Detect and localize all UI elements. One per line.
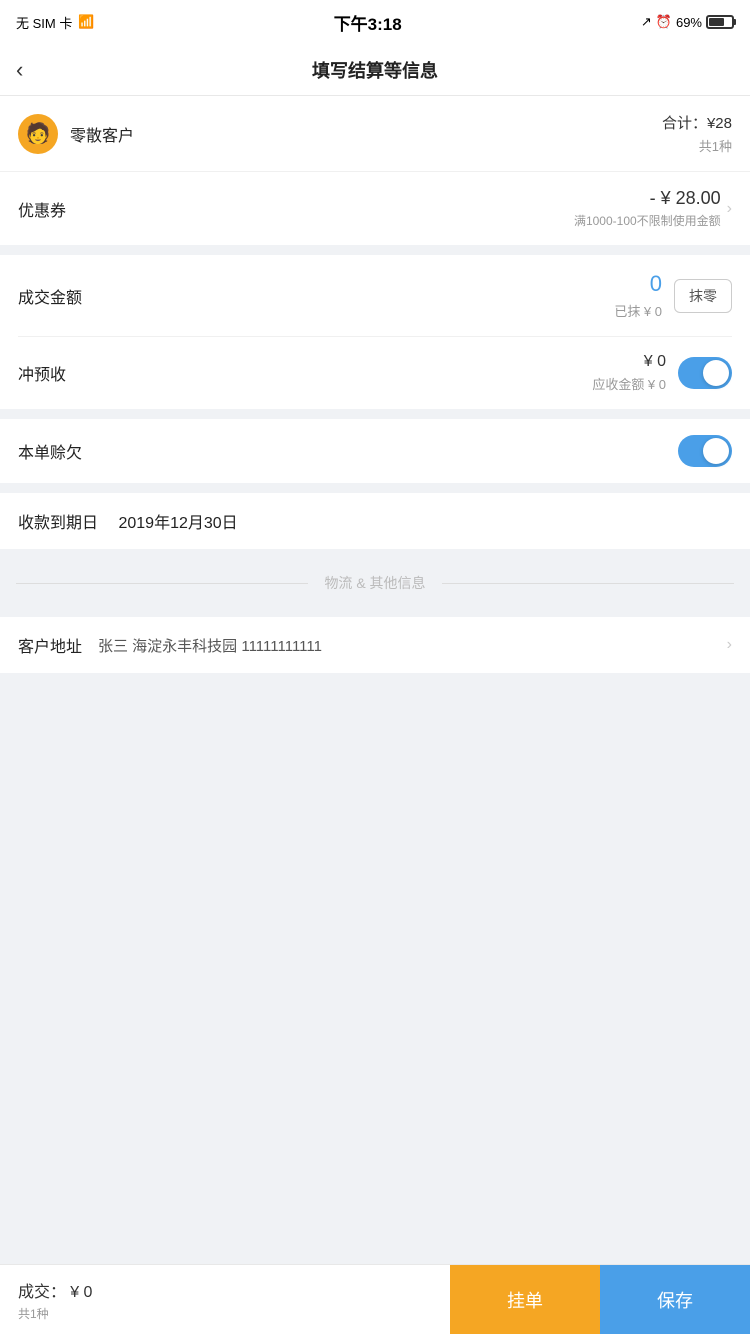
customer-left: 🧑 零散客户 <box>18 114 134 154</box>
customer-right: 合计：¥28 共1种 <box>662 112 732 155</box>
prereceive-toggle[interactable] <box>678 357 732 389</box>
no-sim-label: 无 SIM 卡 <box>16 13 72 32</box>
address-section[interactable]: 客户地址 张三 海淀永丰科技园 11111111111 › <box>0 617 750 673</box>
transaction-col: 0 已抹 ¥ 0 <box>614 271 662 320</box>
debt-section: 本单赊欠 <box>0 419 750 483</box>
save-button[interactable]: 保存 <box>600 1265 750 1334</box>
prereceive-label: 冲预收 <box>18 361 66 385</box>
duedate-section: 收款到期日 2019年12月30日 <box>0 493 750 549</box>
total-sub: 共1种 <box>662 136 732 155</box>
logistics-line-right <box>442 583 734 584</box>
status-right: ↗ ⏰ 69% <box>641 14 734 30</box>
direction-icon: ↗ <box>641 14 652 30</box>
bottom-deal: 成交： ¥ 0 <box>18 1278 432 1302</box>
status-time: 下午3:18 <box>334 10 402 35</box>
logistics-label: 物流 & 其他信息 <box>324 573 425 593</box>
nav-bar: ‹ 填写结算等信息 <box>0 44 750 96</box>
transaction-row: 成交金额 0 已抹 ¥ 0 抹零 <box>18 255 732 337</box>
prereceive-sub: 应收金额 ¥ 0 <box>592 374 666 393</box>
logistics-line-left <box>16 583 308 584</box>
status-left: 无 SIM 卡 📶 <box>16 13 95 32</box>
prereceive-right: ¥ 0 应收金额 ¥ 0 <box>592 353 732 393</box>
bottom-deal-amount: ¥ 0 <box>70 1284 92 1301</box>
duedate-label: 收款到期日 <box>18 515 98 532</box>
transaction-amount: 0 <box>650 271 662 297</box>
toggle-knob <box>703 360 729 386</box>
duedate-value: 2019年12月30日 <box>118 515 237 532</box>
debt-toggle[interactable] <box>678 435 732 467</box>
hold-button[interactable]: 挂单 <box>450 1265 600 1334</box>
clock-icon: ⏰ <box>656 14 672 30</box>
coupon-label: 优惠券 <box>18 197 66 221</box>
bottom-count: 共1种 <box>18 1305 432 1322</box>
avatar: 🧑 <box>18 114 58 154</box>
bottom-deal-label: 成交： <box>18 1284 66 1301</box>
battery-icon <box>706 15 734 29</box>
already-rounded: 已抹 ¥ 0 <box>614 301 662 320</box>
coupon-desc: 满1000-100不限制使用金额 <box>574 212 721 229</box>
transaction-right: 0 已抹 ¥ 0 抹零 <box>614 271 732 320</box>
main-content: 🧑 零散客户 合计：¥28 共1种 优惠券 - ¥ 28.00 满1000-10… <box>0 96 750 753</box>
total-label: 合计：¥28 <box>662 112 732 133</box>
status-bar: 无 SIM 卡 📶 下午3:18 ↗ ⏰ 69% <box>0 0 750 44</box>
customer-row: 🧑 零散客户 合计：¥28 共1种 <box>0 96 750 171</box>
logistics-divider: 物流 & 其他信息 <box>0 559 750 607</box>
bottom-summary: 成交： ¥ 0 共1种 <box>0 1278 450 1322</box>
battery-label: 69% <box>676 15 702 30</box>
coupon-amount: - ¥ 28.00 <box>574 188 721 209</box>
wifi-icon: 📶 <box>78 14 94 30</box>
transaction-label: 成交金额 <box>18 284 82 308</box>
avatar-icon: 🧑 <box>26 121 51 146</box>
debt-toggle-knob <box>703 438 729 464</box>
prereceive-row: 冲预收 ¥ 0 应收金额 ¥ 0 <box>18 337 732 409</box>
customer-card: 🧑 零散客户 合计：¥28 共1种 优惠券 - ¥ 28.00 满1000-10… <box>0 96 750 245</box>
coupon-right: - ¥ 28.00 满1000-100不限制使用金额 <box>574 188 721 229</box>
address-value: 张三 海淀永丰科技园 11111111111 <box>98 635 727 656</box>
customer-name: 零散客户 <box>70 122 134 146</box>
bottom-bar: 成交： ¥ 0 共1种 挂单 保存 <box>0 1264 750 1334</box>
debt-label: 本单赊欠 <box>18 439 82 463</box>
prereceive-main: ¥ 0 <box>592 353 666 371</box>
prereceive-amounts: ¥ 0 应收金额 ¥ 0 <box>592 353 666 393</box>
chevron-right-icon: › <box>727 200 732 218</box>
coupon-row[interactable]: 优惠券 - ¥ 28.00 满1000-100不限制使用金额 › <box>0 171 750 245</box>
page-title: 填写结算等信息 <box>312 57 438 83</box>
round-button[interactable]: 抹零 <box>674 279 732 313</box>
address-label: 客户地址 <box>18 633 82 657</box>
transaction-section: 成交金额 0 已抹 ¥ 0 抹零 冲预收 ¥ 0 应收金额 ¥ 0 <box>0 255 750 409</box>
back-button[interactable]: ‹ <box>16 49 31 91</box>
address-chevron-icon: › <box>727 636 732 654</box>
coupon-right-wrapper: - ¥ 28.00 满1000-100不限制使用金额 › <box>574 188 732 229</box>
